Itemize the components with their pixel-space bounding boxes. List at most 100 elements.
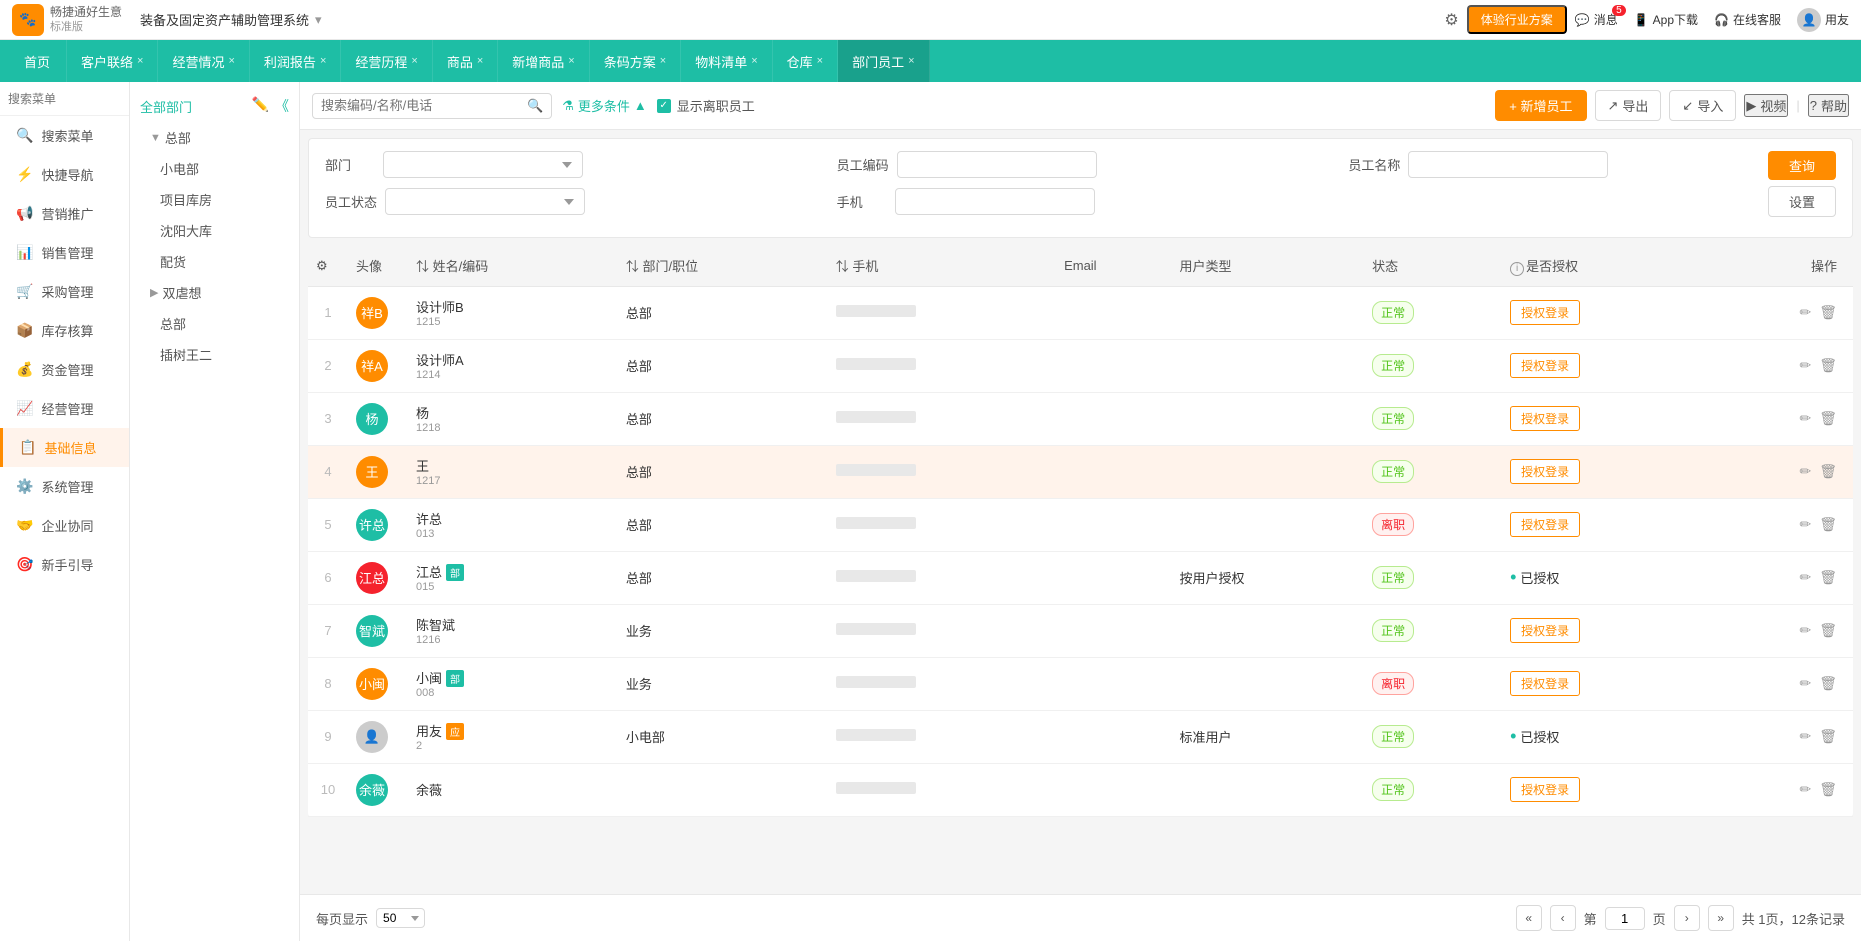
trial-button[interactable]: 体验行业方案 xyxy=(1467,5,1567,34)
sort-icon[interactable]: ⇅ xyxy=(626,259,639,274)
delete-icon[interactable]: 🗑 xyxy=(1819,675,1837,692)
authorize-button[interactable]: 授权登录 xyxy=(1510,618,1580,643)
employee-name-input[interactable] xyxy=(1408,151,1608,178)
dept-sub-item-charuwang[interactable]: 插树王二 xyxy=(130,339,299,370)
edit-icon[interactable]: ✏ xyxy=(1799,410,1811,427)
tab-profit[interactable]: 利润报告 × xyxy=(250,40,341,82)
sidebar-item-marketing[interactable]: 📢 营销推广 xyxy=(0,194,129,233)
delete-icon[interactable]: 🗑 xyxy=(1819,728,1837,745)
close-icon[interactable]: × xyxy=(477,55,483,67)
delete-icon[interactable]: 🗑 xyxy=(1819,463,1837,480)
show-resigned-toggle[interactable]: ✓ 显示离职员工 xyxy=(657,96,755,115)
dept-sub-item-small-elec[interactable]: 小电部 xyxy=(130,153,299,184)
delete-icon[interactable]: 🗑 xyxy=(1819,622,1837,639)
online-service-button[interactable]: 🎧 在线客服 xyxy=(1714,11,1781,28)
user-menu-button[interactable]: 👤 用友 xyxy=(1797,8,1849,32)
delete-icon[interactable]: 🗑 xyxy=(1819,781,1837,798)
tab-dept-employee[interactable]: 部门员工 × xyxy=(838,40,929,82)
app-download-button[interactable]: 📱 App下载 xyxy=(1634,11,1698,28)
sort-icon[interactable]: ⇅ xyxy=(416,259,429,274)
dept-item-head[interactable]: ▼ 总部 xyxy=(130,122,299,153)
tab-barcode[interactable]: 条码方案 × xyxy=(590,40,681,82)
tab-customer[interactable]: 客户联络 × xyxy=(67,40,158,82)
prev-page-button[interactable]: ‹ xyxy=(1550,905,1576,931)
tab-goods[interactable]: 商品 × xyxy=(433,40,498,82)
sidebar-item-basic-info[interactable]: 📋 基础信息 xyxy=(0,428,129,467)
delete-icon[interactable]: 🗑 xyxy=(1819,410,1837,427)
authorize-button[interactable]: 授权登录 xyxy=(1510,512,1580,537)
next-page-button[interactable]: › xyxy=(1674,905,1700,931)
export-button[interactable]: ↗ 导出 xyxy=(1595,90,1662,121)
tab-warehouse[interactable]: 仓库 × xyxy=(773,40,838,82)
edit-icon[interactable]: ✏ xyxy=(1799,569,1811,586)
message-button[interactable]: 💬 消息 5 xyxy=(1575,11,1618,28)
system-dropdown-icon[interactable]: ▾ xyxy=(315,12,322,28)
sort-icon[interactable]: ⇅ xyxy=(836,259,849,274)
column-settings-icon[interactable]: ⚙ xyxy=(316,258,328,273)
page-number-input[interactable] xyxy=(1605,907,1645,930)
set-button[interactable]: 设置 xyxy=(1768,186,1836,217)
tab-operations[interactable]: 经营情况 × xyxy=(158,40,249,82)
add-employee-button[interactable]: + 新增员工 xyxy=(1495,90,1586,121)
phone-filter-input[interactable] xyxy=(895,188,1095,215)
first-page-button[interactable]: « xyxy=(1516,905,1542,931)
more-conditions-button[interactable]: ⚗ 更多条件 ▲ xyxy=(562,96,647,115)
close-icon[interactable]: × xyxy=(751,55,757,67)
dept-edit-icon[interactable]: ✏️ xyxy=(252,96,269,116)
edit-icon[interactable]: ✏ xyxy=(1799,516,1811,533)
authorize-button[interactable]: 授权登录 xyxy=(1510,353,1580,378)
sidebar-item-guide[interactable]: 🎯 新手引导 xyxy=(0,545,129,584)
tab-home[interactable]: 首页 xyxy=(8,40,67,82)
sidebar-item-system[interactable]: ⚙️ 系统管理 xyxy=(0,467,129,506)
dept-filter-select[interactable] xyxy=(383,151,583,178)
help-button[interactable]: ? 帮助 xyxy=(1808,94,1849,117)
close-icon[interactable]: × xyxy=(137,55,143,67)
tab-history[interactable]: 经营历程 × xyxy=(341,40,432,82)
close-icon[interactable]: × xyxy=(568,55,574,67)
view-button[interactable]: ▶ 视频 xyxy=(1744,94,1788,117)
authorize-button[interactable]: 授权登录 xyxy=(1510,406,1580,431)
import-button[interactable]: ↙ 导入 xyxy=(1669,90,1736,121)
dept-collapse-icon[interactable]: 《 xyxy=(275,96,289,116)
tab-bom[interactable]: 物料清单 × xyxy=(681,40,772,82)
settings-icon[interactable]: ⚙ xyxy=(1444,10,1458,30)
close-icon[interactable]: × xyxy=(320,55,326,67)
query-button[interactable]: 查询 xyxy=(1768,151,1836,180)
sidebar-item-search[interactable]: 🔍 搜索菜单 xyxy=(0,116,129,155)
delete-icon[interactable]: 🗑 xyxy=(1819,569,1837,586)
status-filter-select[interactable] xyxy=(385,188,585,215)
edit-icon[interactable]: ✏ xyxy=(1799,357,1811,374)
edit-icon[interactable]: ✏ xyxy=(1799,622,1811,639)
dept-sub-item-distribution[interactable]: 配货 xyxy=(130,246,299,277)
edit-icon[interactable]: ✏ xyxy=(1799,463,1811,480)
delete-icon[interactable]: 🗑 xyxy=(1819,516,1837,533)
authorize-button[interactable]: 授权登录 xyxy=(1510,300,1580,325)
sidebar-item-purchase[interactable]: 🛒 采购管理 xyxy=(0,272,129,311)
sidebar-item-collab[interactable]: 🤝 企业协同 xyxy=(0,506,129,545)
search-input[interactable] xyxy=(321,98,521,113)
close-icon[interactable]: × xyxy=(817,55,823,67)
authorize-button[interactable]: 授权登录 xyxy=(1510,777,1580,802)
page-size-select[interactable]: 50 100 xyxy=(376,908,425,928)
sidebar-item-management[interactable]: 📈 经营管理 xyxy=(0,389,129,428)
dept-sub-item-project-room[interactable]: 项目库房 xyxy=(130,184,299,215)
delete-icon[interactable]: 🗑 xyxy=(1819,304,1837,321)
sidebar-item-inventory[interactable]: 📦 库存核算 xyxy=(0,311,129,350)
edit-icon[interactable]: ✏ xyxy=(1799,728,1811,745)
tab-add-goods[interactable]: 新增商品 × xyxy=(498,40,589,82)
sidebar-item-sales[interactable]: 📊 销售管理 xyxy=(0,233,129,272)
edit-icon[interactable]: ✏ xyxy=(1799,304,1811,321)
dept-sub-item-shenyang[interactable]: 沈阳大库 xyxy=(130,215,299,246)
close-icon[interactable]: × xyxy=(908,55,914,67)
close-icon[interactable]: × xyxy=(228,55,234,67)
sidebar-item-quicknav[interactable]: ⚡ 快捷导航 xyxy=(0,155,129,194)
employee-code-input[interactable] xyxy=(897,151,1097,178)
close-icon[interactable]: × xyxy=(411,55,417,67)
show-resigned-checkbox[interactable]: ✓ xyxy=(657,99,671,113)
edit-icon[interactable]: ✏ xyxy=(1799,781,1811,798)
dept-item-dual[interactable]: ▶ 双虐想 xyxy=(130,277,299,308)
edit-icon[interactable]: ✏ xyxy=(1799,675,1811,692)
sidebar-search-input[interactable] xyxy=(8,92,130,106)
close-icon[interactable]: × xyxy=(660,55,666,67)
authorize-button[interactable]: 授权登录 xyxy=(1510,671,1580,696)
